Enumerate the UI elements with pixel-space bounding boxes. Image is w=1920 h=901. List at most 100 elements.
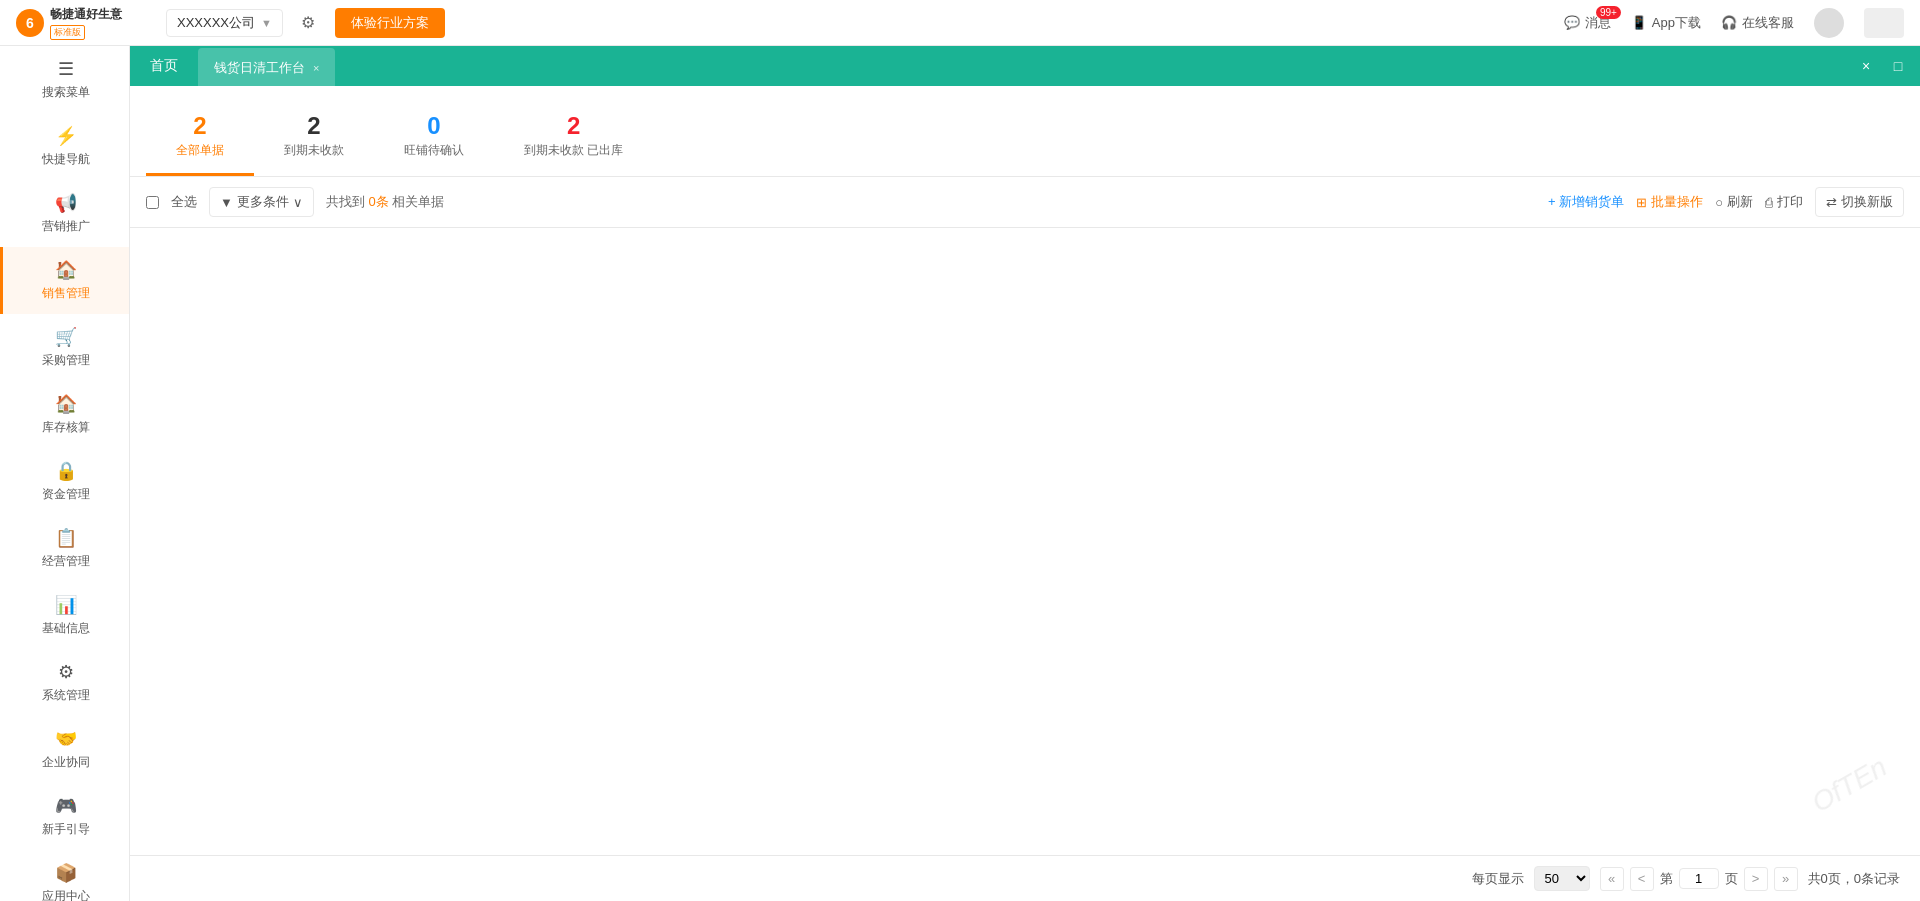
sidebar-item-label: 快捷导航 <box>42 151 90 168</box>
tab-minimize-button[interactable]: × <box>1854 54 1878 78</box>
app-download-item[interactable]: 📱 App下载 <box>1631 14 1701 32</box>
stat-label-overdue: 到期未收款 <box>284 142 344 159</box>
sidebar-item-inventory[interactable]: 🏠 库存核算 <box>0 381 129 448</box>
toolbar-right: + 新增销货单 ⊞ 批量操作 ○ 刷新 ⎙ 打印 ⇄ <box>1548 187 1904 217</box>
tab-qhrc[interactable]: 钱货日清工作台 × <box>198 48 335 88</box>
top-header: 6 畅捷通好生意 标准版 XXXXXX公司 ▼ ⚙ 体验行业方案 💬 消息 99… <box>0 0 1920 46</box>
sidebar-item-finance[interactable]: 🔒 资金管理 <box>0 448 129 515</box>
sidebar-item-purchase[interactable]: 🛒 采购管理 <box>0 314 129 381</box>
stat-label-shipped: 到期未收款 已出库 <box>524 142 623 159</box>
online-service-item[interactable]: 🎧 在线客服 <box>1721 14 1794 32</box>
refresh-label: 刷新 <box>1727 193 1753 211</box>
prev-page-button[interactable]: < <box>1630 867 1654 891</box>
sidebar-item-operations[interactable]: 📋 经营管理 <box>0 515 129 582</box>
sidebar-item-label: 应用中心 <box>42 888 90 901</box>
stat-count-overdue: 2 <box>284 112 344 140</box>
basic-info-icon: 📊 <box>55 594 77 616</box>
stat-card-overdue[interactable]: 2 到期未收款 <box>254 102 374 176</box>
tab-maximize-button[interactable]: □ <box>1886 54 1910 78</box>
filter-icon: ▼ <box>220 195 233 210</box>
app-center-icon: 📦 <box>55 862 77 884</box>
filter-button[interactable]: ▼ 更多条件 ∨ <box>209 187 314 217</box>
stat-count-all: 2 <box>176 112 224 140</box>
message-icon: 💬 <box>1564 15 1580 30</box>
system-icon: ⚙ <box>58 661 74 683</box>
stat-label-all: 全部单据 <box>176 142 224 159</box>
filter-label: 更多条件 <box>237 193 289 211</box>
sidebar-item-search-menu[interactable]: ☰ 搜索菜单 <box>0 46 129 113</box>
company-dropdown-arrow: ▼ <box>261 17 272 29</box>
search-menu-icon: ☰ <box>58 58 74 80</box>
sidebar: ☰ 搜索菜单 ⚡ 快捷导航 📢 营销推广 🏠 销售管理 🛒 采购管理 🏠 库存核… <box>0 46 130 901</box>
sidebar-item-enterprise[interactable]: 🤝 企业协同 <box>0 716 129 783</box>
sidebar-item-label: 销售管理 <box>42 285 90 302</box>
sidebar-item-label: 采购管理 <box>42 352 90 369</box>
table-area <box>130 228 1920 855</box>
refresh-button[interactable]: ○ 刷新 <box>1715 193 1753 211</box>
user-avatar[interactable] <box>1814 8 1844 38</box>
sales-icon: 🏠 <box>55 259 77 281</box>
page-nav: « < 第 页 > » <box>1600 867 1798 891</box>
page-number-input[interactable] <box>1679 868 1719 889</box>
main-layout: ☰ 搜索菜单 ⚡ 快捷导航 📢 营销推广 🏠 销售管理 🛒 采购管理 🏠 库存核… <box>0 46 1920 901</box>
batch-button[interactable]: ⊞ 批量操作 <box>1636 193 1703 211</box>
app-download-icon: 📱 <box>1631 15 1647 30</box>
found-text: 共找到 0条 相关单据 <box>326 193 444 211</box>
sidebar-item-label: 搜索菜单 <box>42 84 90 101</box>
tab-close-icon[interactable]: × <box>313 62 319 74</box>
headset-icon: 🎧 <box>1721 15 1737 30</box>
settings-button[interactable]: ⚙ <box>293 8 323 38</box>
switch-label: 切换新版 <box>1841 193 1893 211</box>
header-right: 💬 消息 99+ 📱 App下载 🎧 在线客服 <box>1564 8 1904 38</box>
switch-icon: ⇄ <box>1826 195 1837 210</box>
sidebar-item-system[interactable]: ⚙ 系统管理 <box>0 649 129 716</box>
pagination-bar: 每页显示 50 10 20 100 « < 第 页 > » 共0页，0条记录 <box>130 855 1920 901</box>
page-label: 第 <box>1660 870 1673 888</box>
page-suffix: 页 <box>1725 870 1738 888</box>
sidebar-item-basic-info[interactable]: 📊 基础信息 <box>0 582 129 649</box>
page-content: 2 全部单据 2 到期未收款 0 旺铺待确认 2 到期未收款 已出库 <box>130 86 1920 901</box>
sidebar-item-label: 企业协同 <box>42 754 90 771</box>
stat-card-all[interactable]: 2 全部单据 <box>146 102 254 176</box>
sidebar-item-label: 经营管理 <box>42 553 90 570</box>
refresh-icon: ○ <box>1715 195 1723 210</box>
select-all-checkbox[interactable] <box>146 196 159 209</box>
add-sale-button[interactable]: + 新增销货单 <box>1548 193 1624 211</box>
company-selector[interactable]: XXXXXX公司 ▼ <box>166 9 283 37</box>
app-download-label: App下载 <box>1652 14 1701 32</box>
stat-card-wangpu[interactable]: 0 旺铺待确认 <box>374 102 494 176</box>
operations-icon: 📋 <box>55 527 77 549</box>
tab-home[interactable]: 首页 <box>130 46 198 86</box>
sidebar-item-label: 系统管理 <box>42 687 90 704</box>
sidebar-item-label: 库存核算 <box>42 419 90 436</box>
page-size-label: 每页显示 <box>1472 870 1524 888</box>
switch-version-button[interactable]: ⇄ 切换新版 <box>1815 187 1904 217</box>
sidebar-item-quick-nav[interactable]: ⚡ 快捷导航 <box>0 113 129 180</box>
print-button[interactable]: ⎙ 打印 <box>1765 193 1803 211</box>
toolbar: 全选 ▼ 更多条件 ∨ 共找到 0条 相关单据 + 新增销货单 ⊞ 批量操作 <box>130 177 1920 228</box>
marketing-icon: 📢 <box>55 192 77 214</box>
sidebar-item-app-center[interactable]: 📦 应用中心 <box>0 850 129 901</box>
inventory-icon: 🏠 <box>55 393 77 415</box>
first-page-button[interactable]: « <box>1600 867 1624 891</box>
stat-card-shipped[interactable]: 2 到期未收款 已出库 <box>494 102 653 176</box>
page-size-select[interactable]: 50 10 20 100 <box>1534 866 1590 891</box>
select-all-label: 全选 <box>171 193 197 211</box>
enterprise-icon: 🤝 <box>55 728 77 750</box>
next-page-button[interactable]: > <box>1744 867 1768 891</box>
content-area: 首页 钱货日清工作台 × × □ 2 全部单据 2 到期未收款 <box>130 46 1920 901</box>
sidebar-item-guide[interactable]: 🎮 新手引导 <box>0 783 129 850</box>
print-label: 打印 <box>1777 193 1803 211</box>
experience-button[interactable]: 体验行业方案 <box>335 8 445 38</box>
sidebar-item-label: 资金管理 <box>42 486 90 503</box>
sidebar-item-sales[interactable]: 🏠 销售管理 <box>0 247 129 314</box>
total-info: 共0页，0条记录 <box>1808 870 1900 888</box>
finance-icon: 🔒 <box>55 460 77 482</box>
stat-label-wangpu: 旺铺待确认 <box>404 142 464 159</box>
message-item[interactable]: 💬 消息 99+ <box>1564 14 1611 32</box>
last-page-button[interactable]: » <box>1774 867 1798 891</box>
user-menu[interactable] <box>1864 8 1904 38</box>
logo-text: 畅捷通好生意 标准版 <box>50 6 122 40</box>
sidebar-item-marketing[interactable]: 📢 营销推广 <box>0 180 129 247</box>
tab-bar-actions: × □ <box>1854 54 1920 78</box>
